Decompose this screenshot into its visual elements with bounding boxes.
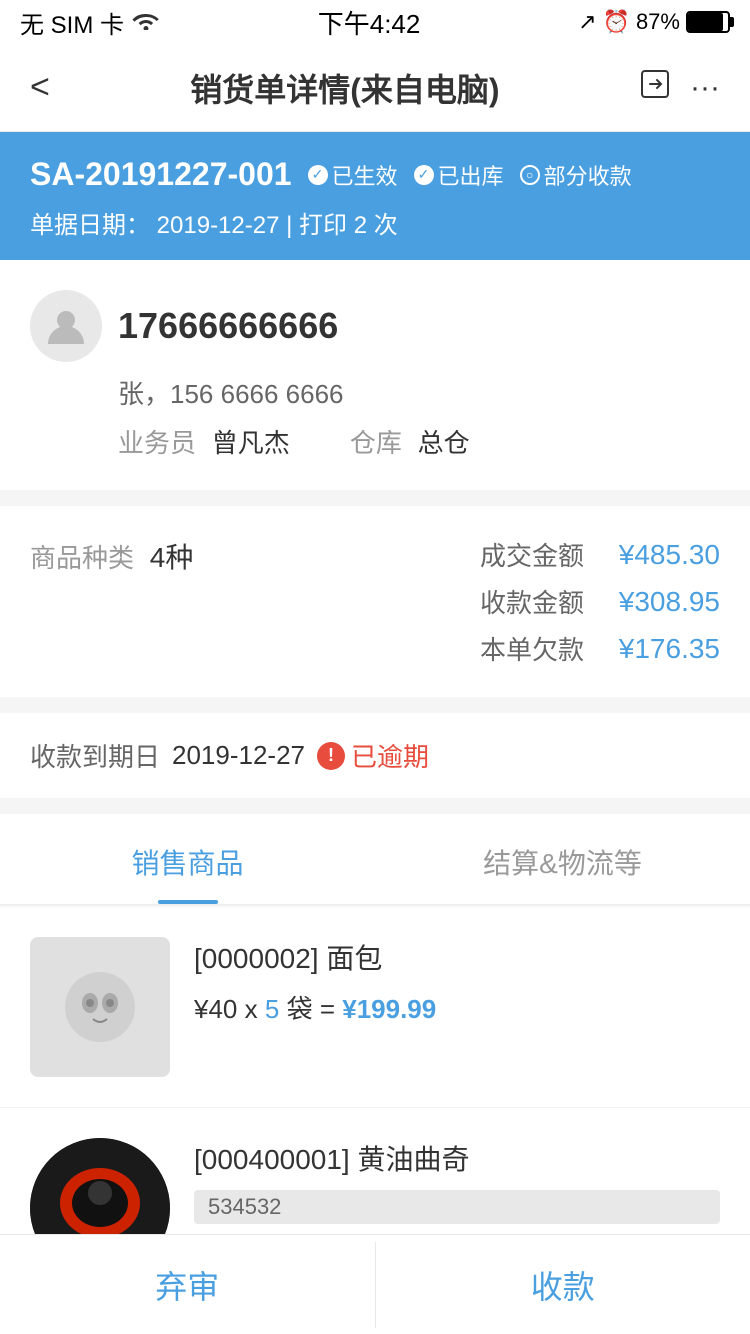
receive-row: 收款金额 ¥308.95 — [480, 583, 720, 620]
tab-settlement[interactable]: 结算&物流等 — [375, 814, 750, 904]
warehouse-group: 仓库 总仓 — [350, 423, 470, 460]
page-title: 销货单详情(来自电脑) — [190, 65, 499, 111]
status-2-label: 已出库 — [438, 159, 504, 191]
order-header-top: SA-20191227-001 ✓ 已生效 ✓ 已出库 ○ 部分收款 — [30, 156, 720, 193]
price-x-1: x — [245, 994, 265, 1024]
customer-section: 17666666666 张，156 6666 6666 业务员 曾凡杰 仓库 总… — [0, 260, 750, 490]
receive-label: 收款金额 — [480, 583, 584, 620]
product-title-1: 面包 — [326, 943, 382, 974]
salesman-group: 业务员 曾凡杰 — [118, 423, 290, 460]
customer-name: 张，156 6666 6666 — [118, 374, 720, 411]
warehouse-value: 总仓 — [418, 428, 470, 458]
date-label: 单据日期： — [30, 212, 150, 239]
battery-icon — [686, 11, 730, 33]
customer-phone: 17666666666 — [118, 305, 338, 347]
check-icon-2: ✓ — [414, 165, 434, 185]
separator: | — [286, 212, 299, 239]
product-title-2: 黄油曲奇 — [358, 1144, 470, 1175]
reject-button[interactable]: 弃审 — [0, 1242, 376, 1328]
product-name-2: [000400001] 黄油曲奇 — [194, 1138, 720, 1178]
deal-label: 成交金额 — [480, 536, 584, 573]
wifi-icon — [132, 8, 160, 37]
status-right: ↗ ⏰ 87% — [578, 9, 730, 35]
type-count: 4种 — [150, 542, 194, 573]
product-image-1 — [30, 937, 170, 1077]
due-label: 收款到期日 — [30, 737, 160, 774]
salesman-value: 曾凡杰 — [212, 428, 290, 458]
warehouse-label: 仓库 — [350, 428, 402, 458]
customer-phone-row: 17666666666 — [30, 290, 720, 362]
total-1: ¥199.99 — [342, 994, 436, 1024]
product-info-1: [0000002] 面包 ¥40 x 5 袋 = ¥199.99 — [194, 937, 720, 1026]
debt-amount: ¥176.35 — [600, 633, 720, 665]
status-badge-2: ✓ 已出库 — [414, 159, 504, 191]
product-tag-2: 534532 — [194, 1190, 720, 1224]
avatar — [30, 290, 102, 362]
qty-1: 5 — [265, 994, 279, 1024]
unit-1: 袋 — [287, 994, 313, 1024]
back-button[interactable]: < — [30, 68, 50, 107]
print-label: 打印 — [299, 212, 347, 239]
overdue-text: 已逾期 — [351, 737, 429, 774]
receive-amount: ¥308.95 — [600, 586, 720, 618]
product-price-1: ¥40 x 5 袋 = ¥199.99 — [194, 989, 720, 1026]
collect-button[interactable]: 收款 — [376, 1242, 750, 1328]
status-1-label: 已生效 — [332, 159, 398, 191]
print-count: 2 — [354, 212, 367, 239]
stats-left: 商品种类 4种 — [30, 536, 193, 576]
product-code-2: [000400001] — [194, 1144, 350, 1175]
overdue-icon: ! — [317, 742, 345, 770]
status-bar: 无 SIM 卡 下午4:42 ↗ ⏰ 87% — [0, 0, 750, 44]
price-val-1: ¥40 — [194, 994, 237, 1024]
product-thumbnail-1 — [30, 937, 170, 1077]
salesman-label: 业务员 — [118, 428, 196, 458]
debt-label: 本单欠款 — [480, 630, 584, 667]
order-date-row: 单据日期： 2019-12-27 | 打印 2 次 — [30, 205, 720, 240]
alarm-icon: ⏰ — [603, 9, 630, 35]
nav-bar: < 销货单详情(来自电脑) ··· — [0, 44, 750, 132]
type-label: 商品种类 — [30, 543, 134, 573]
tabs-section: 销售商品 结算&物流等 — [0, 814, 750, 905]
share-icon[interactable] — [640, 69, 670, 107]
due-section: 收款到期日 2019-12-27 ! 已逾期 — [0, 713, 750, 798]
status-badge-3: ○ 部分收款 — [520, 159, 632, 191]
tab-sales-products[interactable]: 销售商品 — [0, 814, 375, 904]
product-item-1: [0000002] 面包 ¥40 x 5 袋 = ¥199.99 — [0, 907, 750, 1108]
more-icon[interactable]: ··· — [690, 71, 720, 105]
customer-meta: 业务员 曾凡杰 仓库 总仓 — [118, 423, 720, 460]
order-number: SA-20191227-001 — [30, 156, 292, 193]
nav-actions: ··· — [640, 69, 720, 107]
status-badge-1: ✓ 已生效 — [308, 159, 398, 191]
check-icon-1: ✓ — [308, 165, 328, 185]
battery-percent: 87% — [636, 9, 680, 35]
bottom-bar: 弃审 收款 — [0, 1234, 750, 1334]
status-3-label: 部分收款 — [544, 159, 632, 191]
product-code-1: [0000002] — [194, 943, 319, 974]
tab-sales-label: 销售商品 — [131, 848, 243, 879]
clock-icon: ○ — [520, 165, 540, 185]
due-date: 2019-12-27 — [172, 740, 305, 771]
print-suffix: 次 — [374, 212, 398, 239]
deal-amount: ¥485.30 — [600, 539, 720, 571]
location-icon: ↗ — [578, 9, 596, 35]
eq-1: = — [320, 994, 342, 1024]
debt-row: 本单欠款 ¥176.35 — [480, 630, 720, 667]
stats-right: 成交金额 ¥485.30 收款金额 ¥308.95 本单欠款 ¥176.35 — [480, 536, 720, 667]
status-left: 无 SIM 卡 — [20, 5, 160, 40]
deal-row: 成交金额 ¥485.30 — [480, 536, 720, 573]
order-date: 2019-12-27 — [157, 212, 280, 239]
status-time: 下午4:42 — [318, 4, 421, 41]
stats-section: 商品种类 4种 成交金额 ¥485.30 收款金额 ¥308.95 本单欠款 ¥… — [0, 506, 750, 697]
product-name-1: [0000002] 面包 — [194, 937, 720, 977]
order-header: SA-20191227-001 ✓ 已生效 ✓ 已出库 ○ 部分收款 单据日期：… — [0, 132, 750, 260]
tab-settlement-label: 结算&物流等 — [483, 848, 642, 879]
overdue-badge: ! 已逾期 — [317, 737, 429, 774]
carrier-text: 无 SIM 卡 — [20, 5, 124, 40]
